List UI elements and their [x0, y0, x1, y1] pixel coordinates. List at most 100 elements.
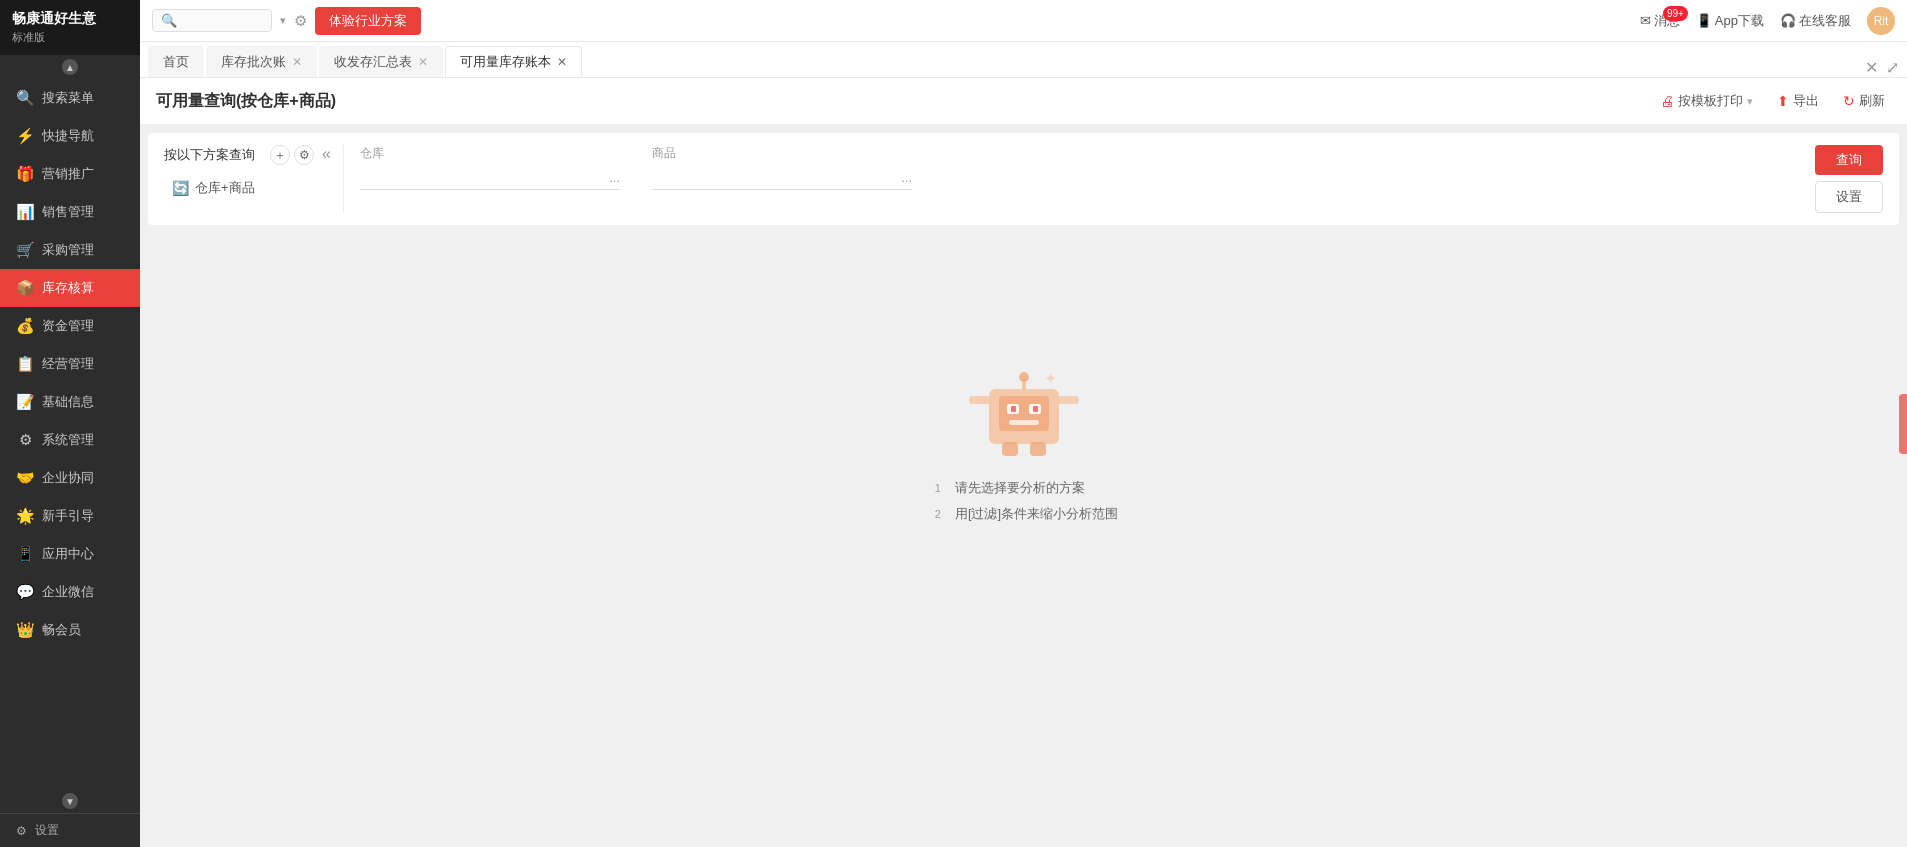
refresh-btn[interactable]: ↻ 刷新 [1837, 88, 1891, 114]
svg-rect-10 [1057, 396, 1079, 404]
sidebar-item-newcomer[interactable]: 🌟 新手引导 [0, 497, 140, 535]
scheme-item-label: 仓库+商品 [195, 179, 255, 197]
topbar-search-input[interactable] [181, 14, 261, 28]
sidebar-icon-operations: 📋 [16, 355, 34, 373]
sidebar-item-member[interactable]: 👑 畅会员 [0, 611, 140, 649]
headset-icon: 🎧 [1780, 13, 1796, 28]
tab-label-home: 首页 [163, 53, 189, 71]
sidebar-label-member: 畅会员 [42, 621, 81, 639]
sidebar-icon-app-center: 📱 [16, 545, 34, 563]
svg-rect-12 [1030, 442, 1046, 456]
svg-rect-1 [999, 396, 1049, 431]
scheme-actions: ＋ ⚙ « [270, 145, 331, 165]
sidebar-icon-system: ⚙ [16, 431, 34, 449]
sidebar-icon-newcomer: 🌟 [16, 507, 34, 525]
trial-btn[interactable]: 体验行业方案 [315, 7, 421, 35]
sidebar-label-quick-nav: 快捷导航 [42, 127, 94, 145]
print-template-label: 按模板打印 [1678, 92, 1743, 110]
topbar-chevron-icon[interactable]: ▾ [280, 14, 286, 27]
sidebar-icon-purchase: 🛒 [16, 241, 34, 259]
scroll-down-btn[interactable]: ▼ [62, 793, 78, 809]
scheme-item-warehouse-goods[interactable]: 🔄 仓库+商品 [164, 173, 331, 203]
topbar-search-box[interactable]: 🔍 [152, 9, 272, 32]
user-avatar[interactable]: Rit [1867, 7, 1895, 35]
tab-label-stock-summary: 收发存汇总表 [334, 53, 412, 71]
query-btn[interactable]: 查询 [1815, 145, 1883, 175]
goods-input[interactable] [652, 170, 897, 185]
app-name: 畅康通好生意 [12, 10, 128, 28]
empty-state: ✦ ✦ 1 请先选择要分析的方案 2 用[过滤]条件来缩小分析范围 [140, 233, 1907, 633]
warehouse-label: 仓库 [360, 145, 620, 162]
app-download-icon: 📱 [1696, 13, 1712, 28]
tabs-bar: 首页库存批次账✕收发存汇总表✕可用量库存账本✕ ✕ ⤢ [140, 42, 1907, 78]
app-edition: 标准版 [12, 30, 128, 45]
sidebar-icon-marketing: 🎁 [16, 165, 34, 183]
sidebar-item-quick-nav[interactable]: ⚡ 快捷导航 [0, 117, 140, 155]
tab-stock-summary[interactable]: 收发存汇总表 ✕ [319, 46, 443, 77]
message-badge-item[interactable]: ✉ 消息 99+ [1640, 12, 1680, 30]
settings-icon: ⚙ [16, 824, 27, 838]
sidebar-item-search[interactable]: 🔍 搜索菜单 [0, 79, 140, 117]
tabs-right: ✕ ⤢ [1865, 58, 1899, 77]
app-download-item[interactable]: 📱 App下载 [1696, 12, 1764, 30]
sidebar-item-sales[interactable]: 📊 销售管理 [0, 193, 140, 231]
tip-num-1: 1 [929, 479, 947, 497]
warehouse-more-btn[interactable]: ... [609, 170, 620, 185]
tab-expand-btn[interactable]: ⤢ [1886, 58, 1899, 77]
warehouse-input[interactable] [360, 170, 605, 185]
sidebar-footer-label: 设置 [35, 822, 59, 839]
sidebar-item-wechat[interactable]: 💬 企业微信 [0, 573, 140, 611]
sidebar-icon-enterprise: 🤝 [16, 469, 34, 487]
export-icon: ⬆ [1777, 93, 1789, 109]
sidebar-icon-inventory: 📦 [16, 279, 34, 297]
goods-more-btn[interactable]: ... [901, 170, 912, 185]
export-btn[interactable]: ⬆ 导出 [1771, 88, 1825, 114]
topbar-gear-icon[interactable]: ⚙ [294, 12, 307, 30]
sidebar-label-purchase: 采购管理 [42, 241, 94, 259]
collapse-schemes-btn[interactable]: « [322, 145, 331, 165]
scroll-up-btn[interactable]: ▲ [62, 59, 78, 75]
tab-available-ledger[interactable]: 可用量库存账本✕ [445, 46, 582, 77]
sidebar-item-basic-info[interactable]: 📝 基础信息 [0, 383, 140, 421]
sidebar-label-marketing: 营销推广 [42, 165, 94, 183]
sidebar-item-system[interactable]: ⚙ 系统管理 [0, 421, 140, 459]
sidebar-item-operations[interactable]: 📋 经营管理 [0, 345, 140, 383]
tab-close-all-btn[interactable]: ✕ [1865, 58, 1878, 77]
sidebar-item-app-center[interactable]: 📱 应用中心 [0, 535, 140, 573]
online-support-item[interactable]: 🎧 在线客服 [1780, 12, 1851, 30]
page-area: 可用量查询(按仓库+商品) 🖨 按模板打印 ▾ ⬆ 导出 ↻ 刷新 [140, 78, 1907, 847]
print-chevron-icon[interactable]: ▾ [1747, 95, 1753, 108]
warehouse-input-wrapper: ... [360, 166, 620, 190]
add-scheme-btn[interactable]: ＋ [270, 145, 290, 165]
export-label: 导出 [1793, 92, 1819, 110]
sidebar-footer[interactable]: ⚙ 设置 [0, 813, 140, 847]
sidebar-header: 畅康通好生意 标准版 [0, 0, 140, 55]
tab-close-available-ledger[interactable]: ✕ [557, 55, 567, 69]
print-template-btn[interactable]: 🖨 按模板打印 ▾ [1654, 88, 1759, 114]
tab-home[interactable]: 首页 [148, 46, 204, 77]
empty-tips: 1 请先选择要分析的方案 2 用[过滤]条件来缩小分析范围 [929, 479, 1118, 523]
tab-label-batch-ledger: 库存批次账 [221, 53, 286, 71]
warehouse-field: 仓库 ... [360, 145, 620, 190]
sidebar-item-inventory[interactable]: 📦 库存核算 [0, 269, 140, 307]
manage-scheme-btn[interactable]: ⚙ [294, 145, 314, 165]
sidebar-icon-finance: 💰 [16, 317, 34, 335]
refresh-label: 刷新 [1859, 92, 1885, 110]
sidebar-icon-wechat: 💬 [16, 583, 34, 601]
sidebar-label-finance: 资金管理 [42, 317, 94, 335]
sidebar-item-marketing[interactable]: 🎁 营销推广 [0, 155, 140, 193]
message-icon: ✉ [1640, 13, 1651, 28]
tab-close-stock-summary[interactable]: ✕ [418, 55, 428, 69]
avatar-initials: Rit [1874, 14, 1889, 28]
notification-badge: 99+ [1663, 6, 1688, 21]
filter-settings-btn[interactable]: 设置 [1815, 181, 1883, 213]
svg-text:✦: ✦ [1044, 370, 1057, 387]
filter-area: 按以下方案查询 ＋ ⚙ « 🔄 仓库+商品 仓库 [148, 133, 1899, 225]
sidebar-icon-quick-nav: ⚡ [16, 127, 34, 145]
sidebar-item-enterprise[interactable]: 🤝 企业协同 [0, 459, 140, 497]
tab-batch-ledger[interactable]: 库存批次账 ✕ [206, 46, 317, 77]
tab-close-batch-ledger[interactable]: ✕ [292, 55, 302, 69]
sidebar-item-finance[interactable]: 💰 资金管理 [0, 307, 140, 345]
sidebar-item-purchase[interactable]: 🛒 采购管理 [0, 231, 140, 269]
filter-fields: 仓库 ... 商品 ... [360, 145, 1783, 213]
